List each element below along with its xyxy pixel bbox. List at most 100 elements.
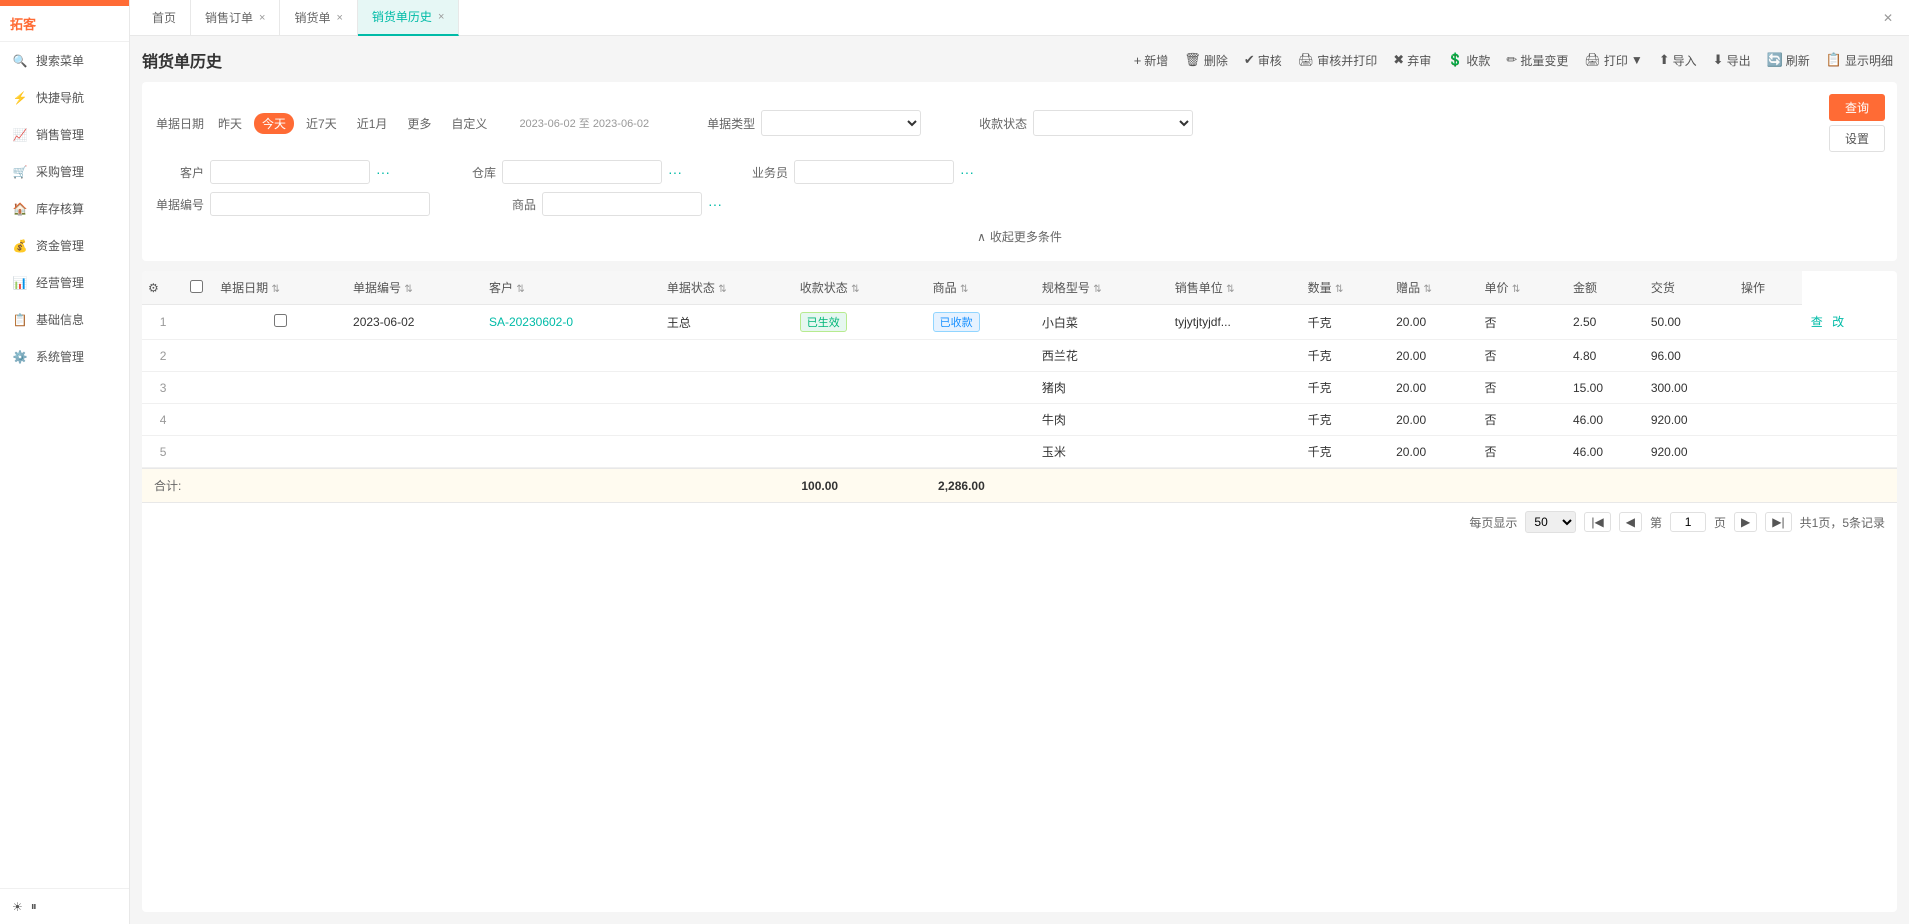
- row-checkbox[interactable]: [274, 314, 287, 327]
- goods-input[interactable]: [542, 192, 702, 216]
- th-amount-label: 金额: [1573, 281, 1597, 295]
- action-view-0[interactable]: 查: [1811, 315, 1823, 329]
- refresh-button[interactable]: 🔄 刷新: [1763, 50, 1814, 71]
- th-doc-date[interactable]: 单据日期 ⇅: [214, 271, 347, 305]
- row-config-4: [184, 436, 214, 468]
- sidebar-bottom-item-1[interactable]: ☀ ⏸: [0, 889, 129, 924]
- warehouse-input[interactable]: [502, 160, 662, 184]
- row-doc-no-2[interactable]: [483, 372, 661, 404]
- th-config[interactable]: ⚙: [142, 271, 184, 305]
- set-button[interactable]: 设置: [1829, 125, 1885, 152]
- sort-icon-gift: ⇅: [1423, 284, 1431, 295]
- row-doc-no-3[interactable]: [483, 404, 661, 436]
- tab-sales-order-close[interactable]: ×: [259, 12, 265, 24]
- date-chip-today[interactable]: 今天: [254, 113, 294, 134]
- tab-home[interactable]: 首页: [138, 0, 191, 36]
- row-doc-no-1[interactable]: [483, 340, 661, 372]
- th-customer[interactable]: 客户 ⇅: [483, 271, 661, 305]
- collect-button[interactable]: 💲 收款: [1443, 50, 1494, 71]
- doc-no-input[interactable]: [210, 192, 430, 216]
- sidebar-item-finance[interactable]: 💰 资金管理: [0, 227, 129, 264]
- row-trade-2: [1735, 372, 1802, 404]
- tab-sales-order[interactable]: 销售订单 ×: [191, 0, 280, 36]
- row-action-3: [1802, 404, 1897, 436]
- date-chip-7days[interactable]: 近7天: [298, 113, 345, 134]
- doc-type-select[interactable]: [761, 110, 921, 136]
- row-spec-3: [1169, 404, 1302, 436]
- audit-button[interactable]: ✔ 审核: [1240, 50, 1286, 71]
- prev-page-button[interactable]: ◀: [1619, 512, 1642, 532]
- row-customer-2: [661, 372, 794, 404]
- th-unit[interactable]: 销售单位 ⇅: [1169, 271, 1302, 305]
- customer-input[interactable]: [210, 160, 370, 184]
- th-price-label: 单价: [1485, 281, 1509, 295]
- sort-icon-qty: ⇅: [1335, 284, 1343, 295]
- import-button[interactable]: ⬆ 导入: [1655, 50, 1701, 71]
- last-page-button[interactable]: ▶|: [1765, 512, 1791, 532]
- salesperson-input[interactable]: [794, 160, 954, 184]
- tab-sales-goods-close[interactable]: ×: [336, 12, 342, 24]
- first-page-button[interactable]: |◀: [1584, 512, 1610, 532]
- delete-button[interactable]: 🗑 删除: [1180, 50, 1232, 71]
- collapse-button[interactable]: ∧ 收起更多条件: [154, 224, 1885, 249]
- date-chip-custom[interactable]: 自定义: [443, 113, 495, 134]
- sidebar-item-operations[interactable]: 📊 经营管理: [0, 264, 129, 301]
- tab-close-all[interactable]: ✕: [1875, 11, 1901, 25]
- next-page-button[interactable]: ▶: [1734, 512, 1757, 532]
- sidebar-item-quick-nav[interactable]: ⚡ 快捷导航: [0, 79, 129, 116]
- abandon-button[interactable]: ✖ 弃审: [1389, 50, 1435, 71]
- warehouse-dots[interactable]: ···: [668, 164, 682, 180]
- date-chip-more[interactable]: 更多: [399, 113, 439, 134]
- export-button[interactable]: ⬇ 导出: [1709, 50, 1755, 71]
- per-page-select[interactable]: 50 100: [1525, 511, 1576, 533]
- query-button[interactable]: 查询: [1829, 94, 1885, 121]
- date-chip-1month[interactable]: 近1月: [349, 113, 396, 134]
- audit-print-button[interactable]: 🖨 审核并打印: [1294, 50, 1382, 71]
- sidebar-item-basic-info[interactable]: 📋 基础信息: [0, 301, 129, 338]
- sidebar-item-purchase-mgmt[interactable]: 🛒 采购管理: [0, 153, 129, 190]
- th-doc-status[interactable]: 单据状态 ⇅: [661, 271, 794, 305]
- print-button[interactable]: 🖨 打印 ▼: [1580, 50, 1646, 71]
- show-detail-icon: 📋: [1826, 52, 1842, 68]
- sort-icon-doc-status: ⇅: [718, 284, 726, 295]
- salesperson-dots[interactable]: ···: [960, 164, 974, 180]
- sidebar-item-sales-mgmt[interactable]: 📈 销售管理: [0, 116, 129, 153]
- select-all-checkbox[interactable]: [190, 280, 203, 293]
- customer-dots[interactable]: ···: [376, 164, 390, 180]
- audit-print-icon: 🖨: [1298, 52, 1315, 68]
- page-input[interactable]: [1670, 512, 1706, 532]
- row-action-4: [1802, 436, 1897, 468]
- export-icon: ⬇: [1713, 52, 1724, 68]
- page-unit: 页: [1714, 514, 1726, 531]
- sidebar-item-search-menu[interactable]: 🔍 搜索菜单: [0, 42, 129, 79]
- sort-icon-pay-status: ⇅: [851, 284, 859, 295]
- tab-sales-goods[interactable]: 销货单 ×: [280, 0, 357, 36]
- tab-sales-history[interactable]: 销货单历史 ×: [358, 0, 459, 36]
- batch-change-button[interactable]: ✏ 批量变更: [1502, 50, 1572, 71]
- th-price[interactable]: 单价 ⇅: [1479, 271, 1567, 305]
- th-gift[interactable]: 赠品 ⇅: [1390, 271, 1478, 305]
- th-qty[interactable]: 数量 ⇅: [1302, 271, 1390, 305]
- date-chip-yesterday[interactable]: 昨天: [210, 113, 250, 134]
- sidebar-item-inventory[interactable]: 🏠 库存核算: [0, 190, 129, 227]
- add-icon: +: [1134, 53, 1142, 68]
- row-doc-no-0[interactable]: SA-20230602-0: [483, 305, 661, 340]
- row-doc-date-4: [347, 436, 483, 468]
- show-detail-button[interactable]: 📋 显示明细: [1822, 50, 1897, 71]
- row-doc-date-3: [347, 404, 483, 436]
- row-doc-no-4[interactable]: [483, 436, 661, 468]
- sort-icon-unit: ⇅: [1226, 284, 1234, 295]
- goods-dots[interactable]: ···: [708, 196, 722, 212]
- add-button[interactable]: + 新增: [1130, 50, 1173, 71]
- collect-status-select[interactable]: [1033, 110, 1193, 136]
- th-doc-no[interactable]: 单据编号 ⇅: [347, 271, 483, 305]
- th-spec[interactable]: 规格型号 ⇅: [1036, 271, 1169, 305]
- tab-sales-history-close[interactable]: ×: [438, 11, 444, 23]
- row-gift-3: 否: [1479, 404, 1567, 436]
- sidebar-item-sys-mgmt[interactable]: ⚙️ 系统管理: [0, 338, 129, 375]
- audit-label: 审核: [1258, 52, 1282, 69]
- action-edit-0[interactable]: 改: [1832, 315, 1844, 329]
- row-checkbox-3: [214, 404, 347, 436]
- th-pay-status[interactable]: 收款状态 ⇅: [794, 271, 927, 305]
- th-goods[interactable]: 商品 ⇅: [927, 271, 1036, 305]
